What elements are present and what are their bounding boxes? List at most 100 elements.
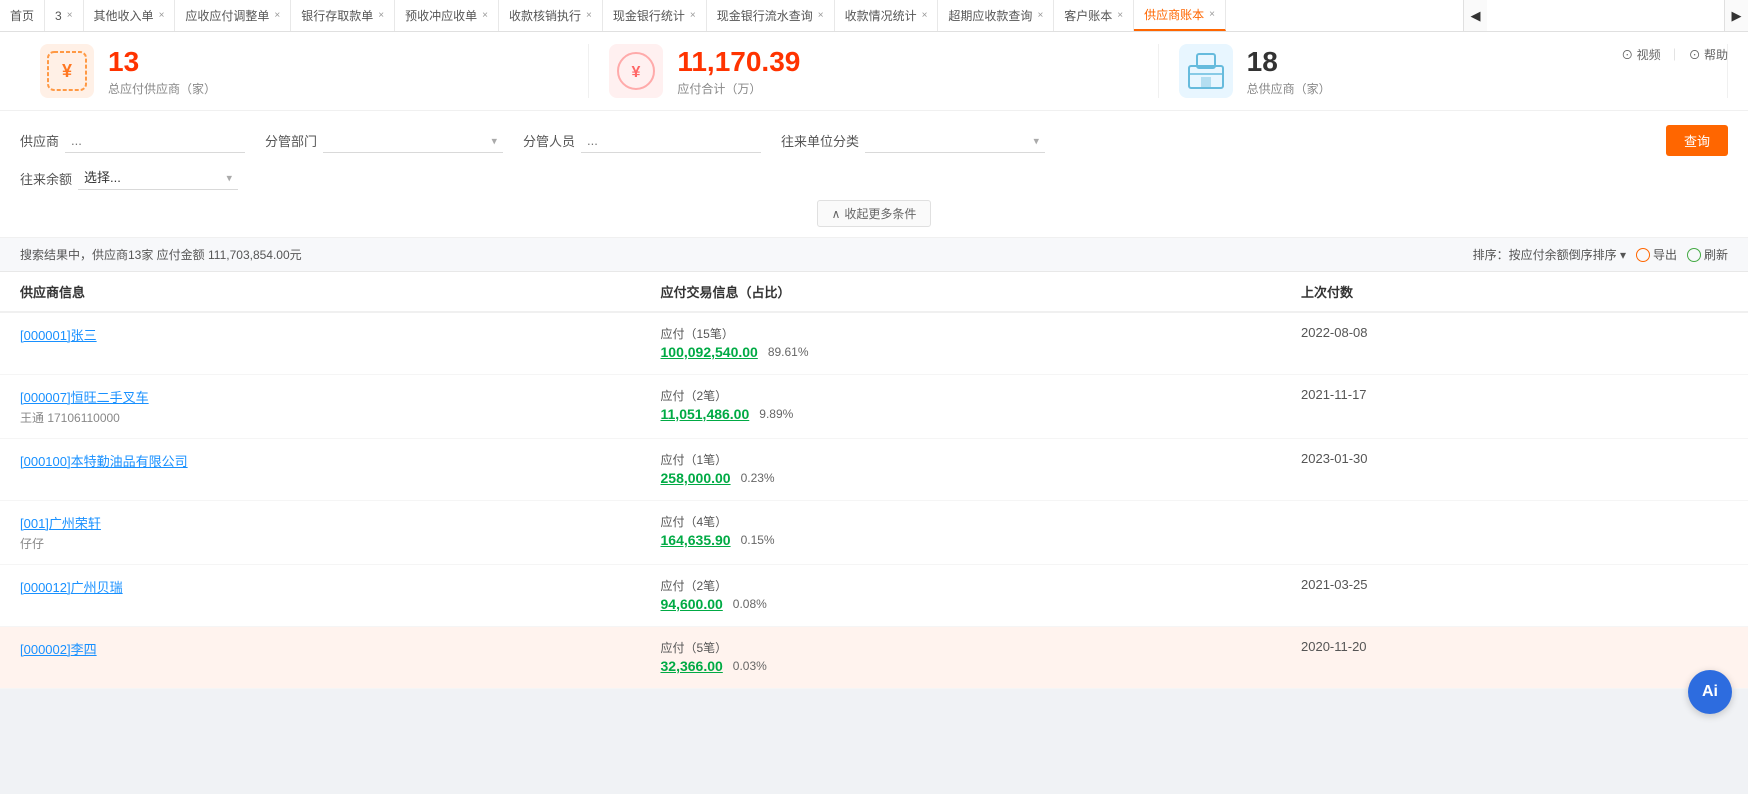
supplier-name: 广州荣轩 (49, 516, 101, 531)
supplier-name: 广州贝瑞 (71, 580, 123, 595)
last-pay-date: 2023-01-30 (1301, 451, 1368, 466)
tx-label: 应付（1笔） (661, 451, 1302, 468)
last-pay-date: 2021-03-25 (1301, 577, 1368, 592)
last-pay-cell: 2023-01-30 (1301, 451, 1728, 466)
close-icon[interactable]: × (482, 10, 488, 21)
export-button[interactable]: 导出 (1636, 246, 1677, 263)
nav-tab-cash-bank-stat[interactable]: 现金银行统计 × (603, 0, 707, 31)
balance-select[interactable]: 选择... (78, 166, 238, 190)
nav-tab-receivable-exec-label: 收款核销执行 (509, 7, 581, 24)
filter-person: 分管人员 (523, 129, 761, 153)
tx-amount[interactable]: 258,000.00 (661, 470, 731, 486)
nav-tab-bank-deposit[interactable]: 银行存取款单 × (291, 0, 395, 31)
close-icon[interactable]: × (1209, 9, 1215, 20)
category-select[interactable] (865, 129, 1045, 153)
video-link[interactable]: ⊙ 视频 (1621, 46, 1660, 63)
supplier-id: [000012] (20, 580, 71, 595)
payable-icon: ¥ (40, 44, 94, 98)
summary-card-payable-amount: ¥ 11,170.39 应付合计（万） (589, 44, 1158, 98)
filter-area: 供应商 分管部门 分管人员 往来单位分类 查询 往来 (0, 111, 1748, 238)
nav-tab-advance-offset-label: 预收冲应收单 (405, 7, 477, 24)
tx-percent: 0.15% (741, 533, 775, 547)
supplier-link[interactable]: [000001]张三 (20, 328, 97, 343)
supplier-link[interactable]: [001]广州荣轩 (20, 516, 101, 531)
nav-tab-home[interactable]: 首页 (0, 0, 45, 31)
supplier-link[interactable]: [000100]本特勤油品有限公司 (20, 454, 188, 469)
ai-badge[interactable]: Ai (1688, 670, 1732, 714)
supplier-link[interactable]: [000012]广州贝瑞 (20, 580, 123, 595)
dept-label: 分管部门 (265, 131, 317, 150)
filter-dept: 分管部门 (265, 129, 503, 153)
last-pay-cell: 2022-08-08 (1301, 325, 1728, 340)
tx-label: 应付（5笔） (661, 639, 1302, 656)
category-label: 往来单位分类 (781, 131, 859, 150)
tx-amount[interactable]: 32,366.00 (661, 658, 723, 674)
filter-category: 往来单位分类 (781, 129, 1045, 153)
result-summary-text: 搜索结果中，供应商13家 应付金额 111,703,854.00元 (20, 246, 302, 263)
nav-arrow-right[interactable]: ▶ (1724, 0, 1748, 32)
supplier-info-cell: [001]广州荣轩 仔仔 (20, 513, 661, 552)
help-link[interactable]: ⊙ 帮助 (1689, 46, 1728, 63)
nav-tab-customer-ledger[interactable]: 客户账本 × (1054, 0, 1134, 31)
nav-tab-other-income[interactable]: 其他收入单 × (84, 0, 176, 31)
close-icon[interactable]: × (586, 10, 592, 21)
close-icon[interactable]: × (1117, 10, 1123, 21)
tx-info-cell: 应付（5笔） 32,366.00 0.03% (661, 639, 1302, 676)
chevron-down-icon: ▾ (1620, 248, 1626, 262)
nav-tab-receivable-exec[interactable]: 收款核销执行 × (499, 0, 603, 31)
last-pay-date: 2020-11-20 (1301, 639, 1367, 654)
last-pay-date: 2022-08-08 (1301, 325, 1368, 340)
tx-amount[interactable]: 11,051,486.00 (661, 406, 750, 422)
nav-tab-supplier-ledger[interactable]: 供应商账本 × (1134, 0, 1226, 31)
supplier-label: 供应商 (20, 131, 59, 150)
summary-card-payable-suppliers: ¥ 13 总应付供应商（家） (20, 44, 589, 98)
sort-label: 排序：按应付余额倒序排序 (1473, 248, 1617, 262)
close-icon[interactable]: × (159, 10, 165, 21)
chevron-up-icon: ∧ (832, 207, 841, 221)
collapse-button[interactable]: ∧ 收起更多条件 (817, 200, 932, 227)
supplier-id: [000007] (20, 390, 71, 405)
refresh-button[interactable]: 刷新 (1687, 246, 1728, 263)
help-icon: ⊙ (1689, 48, 1701, 62)
close-icon[interactable]: × (922, 10, 928, 21)
table-header: 供应商信息 应付交易信息（占比） 上次付数 (0, 272, 1748, 313)
nav-tab-advance-offset[interactable]: 预收冲应收单 × (395, 0, 499, 31)
table-row: [000100]本特勤油品有限公司 应付（1笔） 258,000.00 0.23… (0, 439, 1748, 501)
dept-select[interactable] (323, 129, 503, 153)
close-icon[interactable]: × (67, 10, 73, 21)
top-right-links: ⊙ 视频 ｜ ⊙ 帮助 (1621, 46, 1728, 63)
tx-amount[interactable]: 94,600.00 (661, 596, 723, 612)
nav-tab-3-label: 3 (55, 9, 62, 23)
close-icon[interactable]: × (274, 10, 280, 21)
supplier-sub: 仔仔 (20, 535, 661, 552)
query-button[interactable]: 查询 (1666, 125, 1728, 156)
nav-tab-supplier-ledger-label: 供应商账本 (1144, 6, 1204, 23)
supplier-input[interactable] (65, 129, 245, 153)
tx-percent: 0.08% (733, 597, 767, 611)
data-table: 供应商信息 应付交易信息（占比） 上次付数 [000001]张三 应付（15笔）… (0, 272, 1748, 689)
nav-tab-collection-stat[interactable]: 收款情况统计 × (835, 0, 939, 31)
summary-info-payable: 13 总应付供应商（家） (108, 46, 216, 97)
tx-amount[interactable]: 164,635.90 (661, 532, 731, 548)
close-icon[interactable]: × (690, 10, 696, 21)
close-icon[interactable]: × (1037, 10, 1043, 21)
nav-tab-overdue-query-label: 超期应收款查询 (948, 7, 1032, 24)
supplier-link[interactable]: [000007]恒旺二手叉车 (20, 390, 149, 405)
nav-tab-adjustment[interactable]: 应收应付调整单 × (175, 0, 291, 31)
person-input[interactable] (581, 129, 761, 153)
sort-button[interactable]: 排序：按应付余额倒序排序 ▾ (1473, 246, 1626, 263)
nav-tab-bank-deposit-label: 银行存取款单 (301, 7, 373, 24)
payable-amount-label: 应付合计（万） (677, 80, 800, 97)
close-icon[interactable]: × (378, 10, 384, 21)
close-icon[interactable]: × (818, 10, 824, 21)
dept-select-wrap (323, 129, 503, 153)
tx-amount[interactable]: 100,092,540.00 (661, 344, 758, 360)
supplier-link[interactable]: [000002]李四 (20, 642, 97, 657)
supplier-id: [000002] (20, 642, 71, 657)
col-header-supplier: 供应商信息 (20, 282, 661, 301)
nav-tab-overdue-query[interactable]: 超期应收款查询 × (938, 0, 1054, 31)
tx-info-cell: 应付（2笔） 11,051,486.00 9.89% (661, 387, 1302, 424)
nav-tab-cash-bank-flow[interactable]: 现金银行流水查询 × (707, 0, 835, 31)
nav-tab-3[interactable]: 3 × (45, 0, 84, 31)
nav-arrow-left[interactable]: ◀ (1463, 0, 1487, 32)
